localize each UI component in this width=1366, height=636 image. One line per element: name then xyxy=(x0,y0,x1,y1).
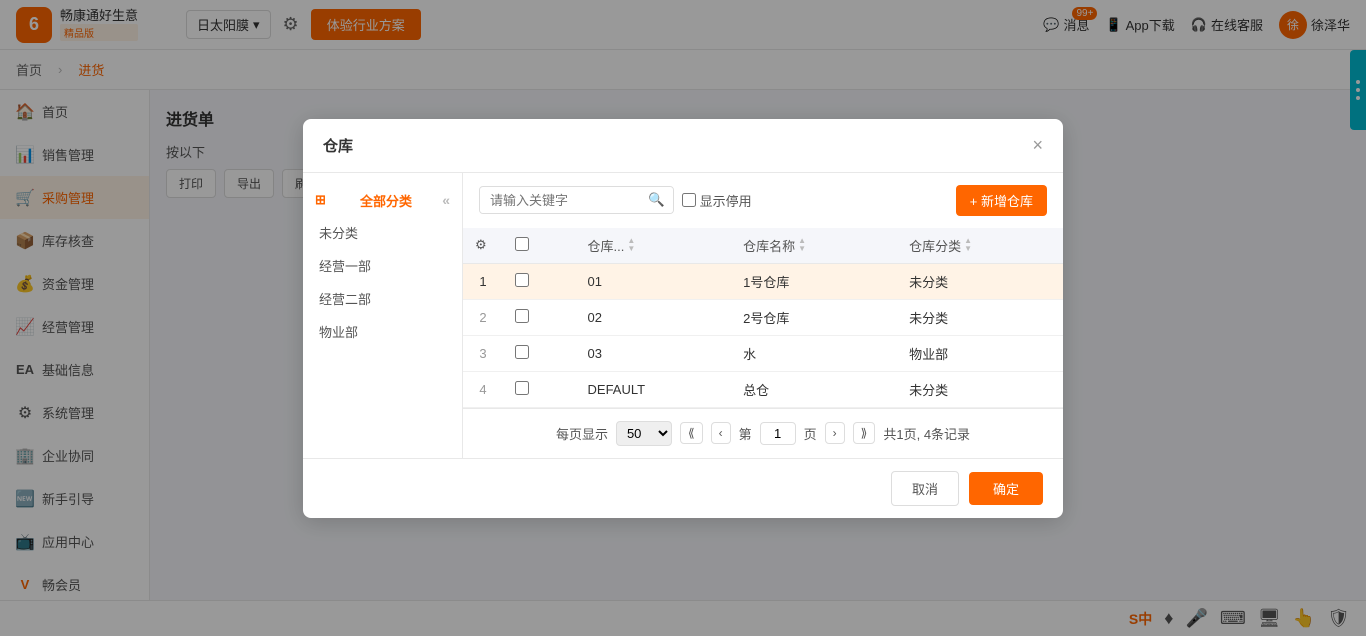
table-row[interactable]: 3 03 水 物业部 xyxy=(463,335,1063,371)
row-name-3: 水 xyxy=(731,335,897,371)
col-code-label: 仓库... xyxy=(588,236,625,255)
row-checkbox-4[interactable] xyxy=(515,381,529,395)
per-page-select[interactable]: 50 10 20 100 xyxy=(616,421,672,446)
page-prev-button[interactable]: ‹ xyxy=(711,422,731,444)
category-item-ops1[interactable]: 经营一部 xyxy=(303,249,462,282)
modal-title: 仓库 xyxy=(323,135,353,156)
search-box: 🔍 xyxy=(479,186,674,214)
page-next-button[interactable]: › xyxy=(825,422,845,444)
row-checkbox-1[interactable] xyxy=(515,273,529,287)
pagination: 每页显示 50 10 20 100 ⟪ ‹ 第 页 › ⟫ 共1页, 4条记录 xyxy=(463,408,1063,458)
page-number-input[interactable] xyxy=(760,422,796,445)
grid-icon: ⊞ xyxy=(315,192,326,208)
col-category-label: 仓库分类 xyxy=(909,236,961,255)
confirm-button[interactable]: 确定 xyxy=(969,472,1043,505)
row-code-1: 01 xyxy=(576,263,732,299)
row-code-2: 02 xyxy=(576,299,732,335)
row-category-1: 未分类 xyxy=(897,263,1063,299)
show-disabled-text: 显示停用 xyxy=(700,191,752,210)
row-category-2: 未分类 xyxy=(897,299,1063,335)
col-code: 仓库... ▲▼ xyxy=(576,228,732,264)
page-first-button[interactable]: ⟪ xyxy=(680,422,703,444)
table-row[interactable]: 4 DEFAULT 总仓 未分类 xyxy=(463,371,1063,407)
row-name-4: 总仓 xyxy=(731,371,897,407)
col-category: 仓库分类 ▲▼ xyxy=(897,228,1063,264)
category-label-property: 物业部 xyxy=(319,325,358,340)
row-name-1: 1号仓库 xyxy=(731,263,897,299)
sort-arrows-name: ▲▼ xyxy=(798,237,806,253)
category-label-ops1: 经营一部 xyxy=(319,259,371,274)
page-last-button[interactable]: ⟫ xyxy=(853,422,876,444)
row-gear-1: 1 xyxy=(463,263,503,299)
select-all-checkbox[interactable] xyxy=(515,237,529,251)
modal-close-button[interactable]: × xyxy=(1032,135,1043,156)
category-item-property[interactable]: 物业部 xyxy=(303,315,462,348)
table-body: 1 01 1号仓库 未分类 2 02 2号仓库 xyxy=(463,263,1063,407)
per-page-label: 每页显示 xyxy=(556,424,608,443)
row-check-1[interactable] xyxy=(503,263,576,299)
category-label-uncat: 未分类 xyxy=(319,226,358,241)
modal-header: 仓库 × xyxy=(303,119,1063,173)
modal-table-area: 🔍 显示停用 + 新增仓库 ⚙ xyxy=(463,173,1063,458)
table-header-row: ⚙ 仓库... ▲▼ xyxy=(463,228,1063,264)
warehouse-modal: 仓库 × ⊞ 全部分类 « 未分类 经营一部 经营二部 xyxy=(303,119,1063,518)
add-warehouse-button[interactable]: + 新增仓库 xyxy=(956,185,1047,216)
row-category-4: 未分类 xyxy=(897,371,1063,407)
row-check-4[interactable] xyxy=(503,371,576,407)
collapse-button[interactable]: « xyxy=(442,192,450,208)
row-gear-4: 4 xyxy=(463,371,503,407)
warehouse-table: ⚙ 仓库... ▲▼ xyxy=(463,228,1063,408)
row-code-4: DEFAULT xyxy=(576,371,732,407)
row-check-3[interactable] xyxy=(503,335,576,371)
table-head: ⚙ 仓库... ▲▼ xyxy=(463,228,1063,264)
page-unit-label: 页 xyxy=(804,424,817,443)
row-check-2[interactable] xyxy=(503,299,576,335)
category-item-uncat[interactable]: 未分类 xyxy=(303,216,462,249)
col-checkbox xyxy=(503,228,576,264)
modal-body: ⊞ 全部分类 « 未分类 经营一部 经营二部 物业部 xyxy=(303,173,1063,458)
modal-toolbar: 🔍 显示停用 + 新增仓库 xyxy=(463,173,1063,228)
row-gear-3: 3 xyxy=(463,335,503,371)
category-sidebar: ⊞ 全部分类 « 未分类 经营一部 经营二部 物业部 xyxy=(303,173,463,458)
col-name: 仓库名称 ▲▼ xyxy=(731,228,897,264)
modal-footer: 取消 确定 xyxy=(303,458,1063,518)
row-code-3: 03 xyxy=(576,335,732,371)
row-checkbox-2[interactable] xyxy=(515,309,529,323)
col-name-label: 仓库名称 xyxy=(743,236,795,255)
table-row[interactable]: 2 02 2号仓库 未分类 xyxy=(463,299,1063,335)
row-category-3: 物业部 xyxy=(897,335,1063,371)
row-name-2: 2号仓库 xyxy=(731,299,897,335)
row-checkbox-3[interactable] xyxy=(515,345,529,359)
all-categories-label: 全部分类 xyxy=(360,191,412,210)
search-input[interactable] xyxy=(480,188,640,213)
search-button[interactable]: 🔍 xyxy=(640,187,673,213)
page-number-label: 第 xyxy=(739,424,752,443)
col-gear: ⚙ xyxy=(463,228,503,264)
category-label-ops2: 经营二部 xyxy=(319,292,371,307)
page-total-info: 共1页, 4条记录 xyxy=(883,424,970,443)
show-disabled-checkbox[interactable] xyxy=(682,193,696,207)
category-header[interactable]: ⊞ 全部分类 « xyxy=(303,185,462,216)
row-gear-2: 2 xyxy=(463,299,503,335)
table-row[interactable]: 1 01 1号仓库 未分类 xyxy=(463,263,1063,299)
modal-overlay: 仓库 × ⊞ 全部分类 « 未分类 经营一部 经营二部 xyxy=(0,0,1366,636)
cancel-button[interactable]: 取消 xyxy=(891,471,959,506)
modal-toolbar-left: 🔍 显示停用 xyxy=(479,186,752,214)
sort-arrows-code: ▲▼ xyxy=(627,237,635,253)
category-item-ops2[interactable]: 经营二部 xyxy=(303,282,462,315)
table-wrapper: ⚙ 仓库... ▲▼ xyxy=(463,228,1063,408)
show-disabled-label[interactable]: 显示停用 xyxy=(682,191,752,210)
sort-arrows-category: ▲▼ xyxy=(964,237,972,253)
